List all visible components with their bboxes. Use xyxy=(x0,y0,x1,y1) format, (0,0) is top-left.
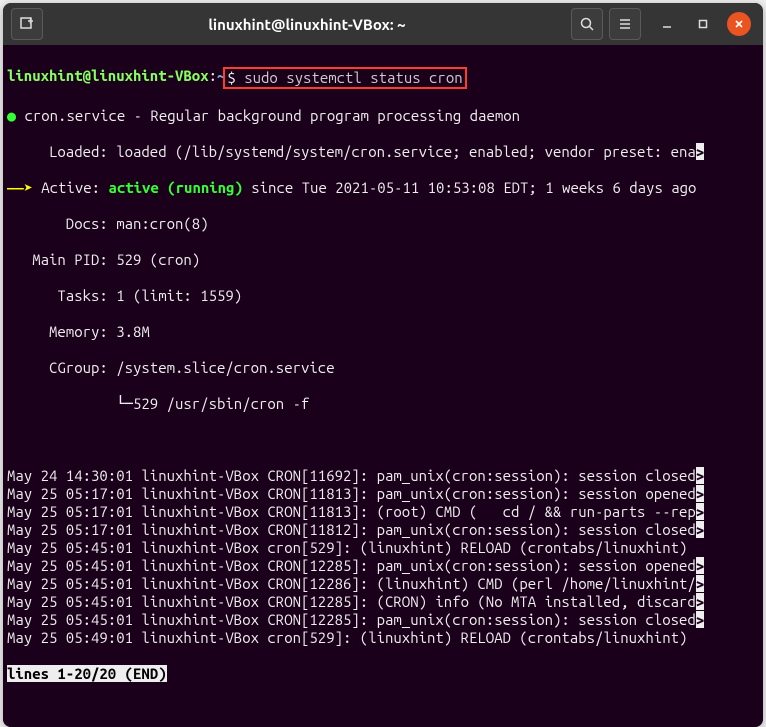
overflow-marker: > xyxy=(696,467,704,484)
new-tab-button[interactable] xyxy=(11,8,43,40)
cgroup-child-line: └─529 /usr/sbin/cron -f xyxy=(7,395,759,413)
overflow-marker: > xyxy=(696,521,704,538)
menu-button[interactable] xyxy=(609,8,641,40)
overflow-marker: > xyxy=(696,503,704,520)
terminal-body[interactable]: linuxhint@linuxhint-VBox:~$ sudo systemc… xyxy=(3,45,763,727)
maximize-icon xyxy=(698,19,708,29)
log-text: May 25 05:45:01 linuxhint-VBox CRON[1228… xyxy=(7,593,696,610)
log-lines: May 24 14:30:01 linuxhint-VBox CRON[1169… xyxy=(7,467,759,647)
log-text: May 25 05:49:01 linuxhint-VBox cron[529]… xyxy=(7,629,687,646)
mainpid-line: Main PID: 529 (cron) xyxy=(7,251,759,269)
titlebar: linuxhint@linuxhint-VBox: ~ xyxy=(3,3,763,45)
log-text: May 25 05:45:01 linuxhint-VBox CRON[1228… xyxy=(7,611,696,628)
log-text: May 24 14:30:01 linuxhint-VBox CRON[1169… xyxy=(7,467,696,484)
loaded-text: Loaded: loaded (/lib/systemd/system/cron… xyxy=(7,143,696,160)
minimize-icon xyxy=(662,19,672,29)
active-value: active (running) xyxy=(108,179,242,196)
cgroup-line: CGroup: /system.slice/cron.service xyxy=(7,359,759,377)
maximize-button[interactable] xyxy=(691,12,715,36)
log-line: May 25 05:45:01 linuxhint-VBox cron[529]… xyxy=(7,539,759,557)
prompt-user: linuxhint@linuxhint-VBox xyxy=(7,67,209,89)
service-header: cron.service - Regular background progra… xyxy=(24,107,520,124)
log-text: May 25 05:45:01 linuxhint-VBox CRON[1228… xyxy=(7,557,696,574)
search-button[interactable] xyxy=(571,8,603,40)
overflow-marker: > xyxy=(696,485,704,502)
blank-line xyxy=(7,431,759,449)
overflow-marker: > xyxy=(696,143,704,160)
log-line: May 25 05:17:01 linuxhint-VBox CRON[1181… xyxy=(7,521,759,539)
log-line: May 24 14:30:01 linuxhint-VBox CRON[1169… xyxy=(7,467,759,485)
overflow-marker: > xyxy=(696,593,704,610)
prompt-dollar: $ xyxy=(227,69,235,86)
log-text: May 25 05:45:01 linuxhint-VBox CRON[1228… xyxy=(7,575,696,592)
active-line: ——➤ Active: active (running) since Tue 2… xyxy=(7,179,759,197)
log-line: May 25 05:45:01 linuxhint-VBox CRON[1228… xyxy=(7,575,759,593)
service-header-line: ● cron.service - Regular background prog… xyxy=(7,107,759,125)
log-text: May 25 05:17:01 linuxhint-VBox CRON[1181… xyxy=(7,521,696,538)
log-line: May 25 05:45:01 linuxhint-VBox CRON[1228… xyxy=(7,611,759,629)
search-icon xyxy=(579,16,595,32)
arrow-icon: ——➤ xyxy=(7,179,41,196)
tasks-line: Tasks: 1 (limit: 1559) xyxy=(7,287,759,305)
pager-footer-line: lines 1-20/20 (END) xyxy=(7,665,759,683)
pager-footer: lines 1-20/20 (END) xyxy=(7,665,167,682)
log-text: May 25 05:45:01 linuxhint-VBox cron[529]… xyxy=(7,539,687,556)
command-text: sudo systemctl status cron xyxy=(236,69,463,86)
terminal-window: linuxhint@linuxhint-VBox: ~ xyxy=(3,3,763,727)
log-line: May 25 05:45:01 linuxhint-VBox CRON[1228… xyxy=(7,593,759,611)
prompt-colon: : xyxy=(209,67,217,89)
log-line: May 25 05:45:01 linuxhint-VBox CRON[1228… xyxy=(7,557,759,575)
overflow-marker: > xyxy=(696,557,704,574)
command-highlight: $ sudo systemctl status cron xyxy=(223,67,466,89)
new-tab-icon xyxy=(19,16,35,32)
minimize-button[interactable] xyxy=(655,12,679,36)
active-since: since Tue 2021-05-11 10:53:08 EDT; 1 wee… xyxy=(243,179,697,196)
overflow-marker: > xyxy=(696,611,704,628)
log-text: May 25 05:17:01 linuxhint-VBox CRON[1181… xyxy=(7,503,696,520)
log-text: May 25 05:17:01 linuxhint-VBox CRON[1181… xyxy=(7,485,696,502)
docs-line: Docs: man:cron(8) xyxy=(7,215,759,233)
status-dot-icon: ● xyxy=(7,107,24,124)
close-icon xyxy=(734,19,744,29)
memory-line: Memory: 3.8M xyxy=(7,323,759,341)
close-button[interactable] xyxy=(727,12,751,36)
log-line: May 25 05:49:01 linuxhint-VBox cron[529]… xyxy=(7,629,759,647)
window-controls xyxy=(655,12,751,36)
log-line: May 25 05:17:01 linuxhint-VBox CRON[1181… xyxy=(7,503,759,521)
hamburger-icon xyxy=(617,16,633,32)
window-title: linuxhint@linuxhint-VBox: ~ xyxy=(49,16,565,33)
active-label: Active: xyxy=(41,179,108,196)
overflow-marker: > xyxy=(696,575,704,592)
loaded-line: Loaded: loaded (/lib/systemd/system/cron… xyxy=(7,143,759,161)
prompt-line: linuxhint@linuxhint-VBox:~$ sudo systemc… xyxy=(7,67,759,89)
log-line: May 25 05:17:01 linuxhint-VBox CRON[1181… xyxy=(7,485,759,503)
